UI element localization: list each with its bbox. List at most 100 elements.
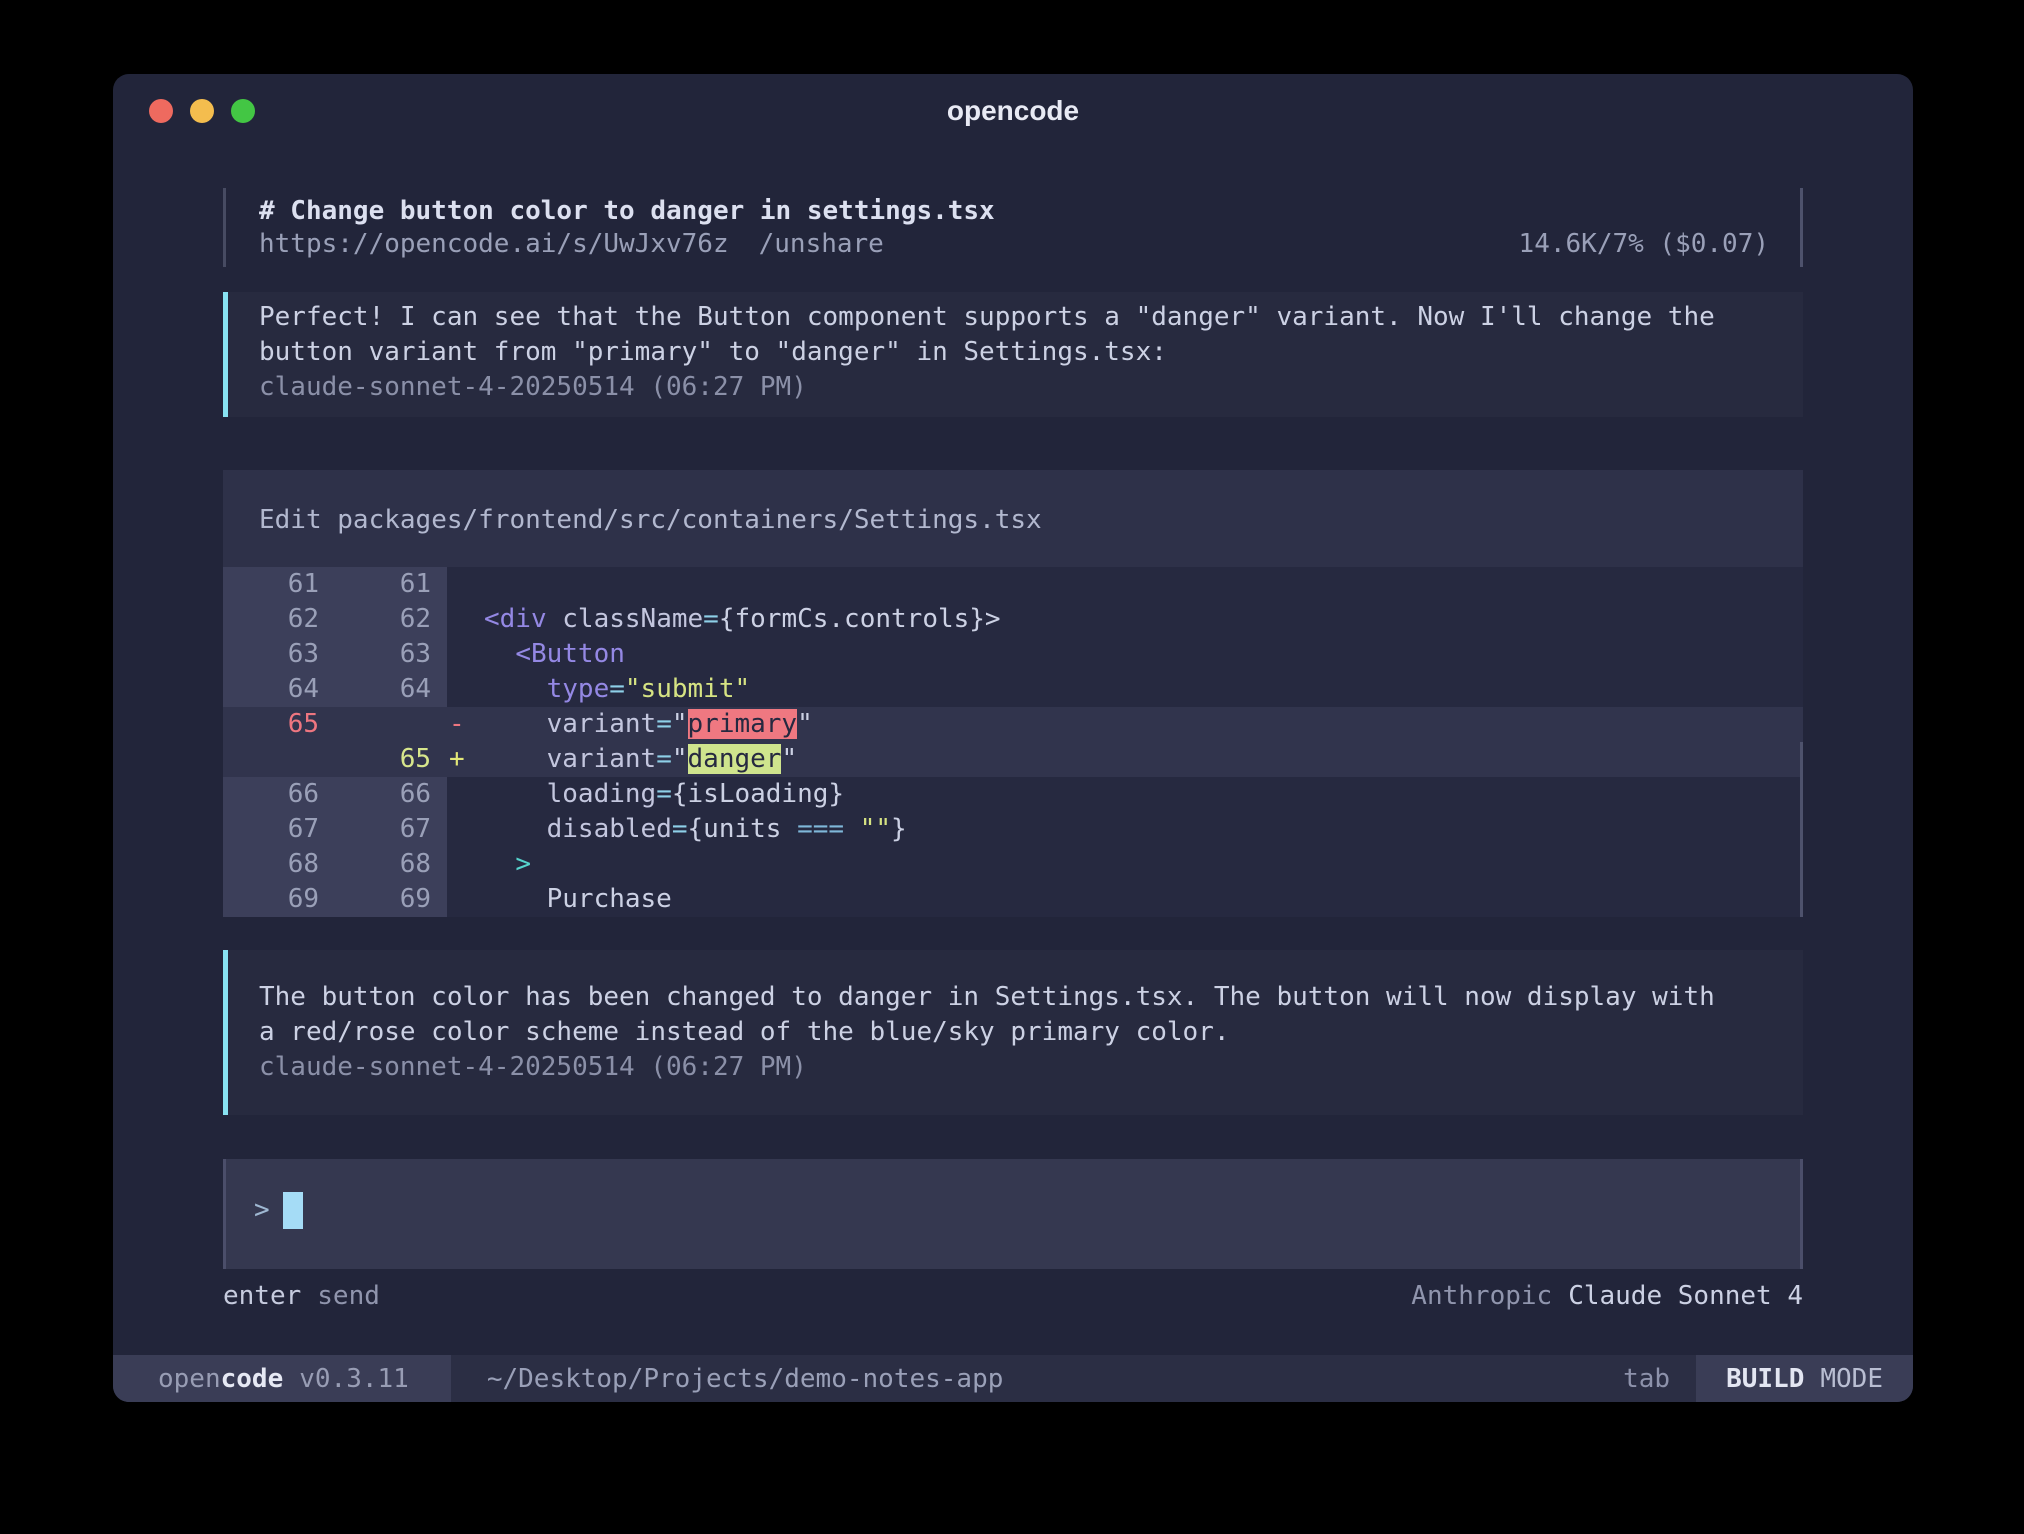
share-info: https://opencode.ai/s/UwJxv76z/unshare	[259, 228, 884, 261]
code-token: primary	[687, 709, 798, 739]
new-line-number: 67	[399, 814, 431, 844]
edit-tool-header: Edit packages/frontend/src/containers/Se…	[223, 470, 1803, 567]
diff-code-line: loading={isLoading}	[473, 777, 1803, 812]
diff-code-line: <div className={formCs.controls}>	[473, 602, 1803, 637]
code-token: disabled	[546, 814, 672, 844]
new-line-number: 68	[399, 849, 431, 879]
assistant-message: Perfect! I can see that the Button compo…	[223, 292, 1803, 417]
code-token: ""	[859, 814, 892, 844]
edit-tool-label: Edit packages/frontend/src/containers/Se…	[259, 505, 1042, 535]
old-line-number: 66	[287, 779, 319, 809]
mode-word: MODE	[1820, 1363, 1883, 1394]
window-title: opencode	[946, 95, 1080, 126]
old-line-number: 68	[287, 849, 319, 879]
new-line-number: 64	[399, 674, 431, 704]
edit-file-path: packages/frontend/src/containers/Setting…	[337, 505, 1042, 535]
diff-change-marker: -	[449, 709, 465, 739]
share-url[interactable]: https://opencode.ai/s/UwJxv76z	[259, 229, 729, 259]
code-token: {isLoading}	[671, 779, 845, 809]
code-token: >	[515, 849, 531, 879]
app-version-segment: open code v0.3.11	[113, 1355, 451, 1402]
code-token: <Button	[515, 639, 625, 669]
diff-change-marker	[447, 637, 473, 672]
diff-code-line: disabled={units === ""}	[473, 812, 1803, 847]
code-token: =	[656, 779, 672, 809]
code-token: {units	[687, 814, 798, 844]
hint-row: enter send Anthropic Claude Sonnet 4	[223, 1279, 1803, 1314]
traffic-lights	[149, 99, 255, 123]
code-token: =	[671, 814, 688, 844]
diff-gutter: 63 63	[223, 637, 447, 672]
diff-change-marker	[447, 847, 473, 882]
diff-change-marker	[447, 672, 473, 707]
diff-change-marker	[447, 777, 473, 812]
diff-code-line: variant="primary"	[473, 707, 1803, 742]
diff-row: 65- variant="primary"	[223, 707, 1803, 742]
app-name-bold: code	[220, 1363, 284, 1394]
close-button[interactable]	[149, 99, 173, 123]
code-token: danger	[687, 744, 782, 774]
diff-row: 66 66 loading={isLoading}	[223, 777, 1803, 812]
old-line-number	[223, 742, 335, 777]
code-token: }	[891, 814, 907, 844]
prompt-symbol: >	[254, 1195, 270, 1225]
diff-row: 62 62 <div className={formCs.controls}>	[223, 602, 1803, 637]
old-line-number: 61	[287, 569, 319, 599]
mode-name: BUILD	[1726, 1363, 1805, 1394]
message-text-line: Perfect! I can see that the Button compo…	[259, 302, 1715, 332]
old-line-number: 64	[287, 674, 319, 704]
diff-gutter: 67 67	[223, 812, 447, 847]
diff-row: 69 69 Purchase	[223, 882, 1803, 917]
code-token: ===	[797, 814, 845, 844]
prompt-row: >	[254, 1191, 1803, 1229]
diff-row: 68 68 >	[223, 847, 1803, 882]
titlebar: opencode	[113, 74, 1913, 148]
send-label: send	[317, 1281, 380, 1311]
message-text-line: a red/rose color scheme instead of the b…	[259, 1017, 1230, 1047]
unshare-command[interactable]: /unshare	[759, 229, 884, 259]
message-text-line: The button color has been changed to dan…	[259, 982, 1715, 1012]
assistant-message: The button color has been changed to dan…	[223, 950, 1803, 1115]
code-token: "	[781, 744, 798, 774]
send-hint: enter send	[223, 1279, 380, 1314]
session-meta-row: https://opencode.ai/s/UwJxv76z/unshare 1…	[259, 228, 1803, 261]
input-scrollbar	[1800, 1159, 1803, 1269]
app-name-light: open	[158, 1363, 221, 1394]
code-token: variant	[546, 744, 657, 774]
code-token: =	[609, 674, 625, 704]
diff-row: 67 67 disabled={units === ""}	[223, 812, 1803, 847]
old-line-number: 63	[287, 639, 319, 669]
minimize-button[interactable]	[190, 99, 214, 123]
diff-scrollbar[interactable]	[1800, 742, 1803, 917]
diff-change-marker	[447, 812, 473, 847]
mode-segment[interactable]: BUILD MODE	[1696, 1355, 1913, 1402]
diff-gutter: 68 68	[223, 847, 447, 882]
zoom-button[interactable]	[231, 99, 255, 123]
model-indicator: Anthropic Claude Sonnet 4	[1411, 1279, 1803, 1314]
working-directory: ~/Desktop/Projects/demo-notes-app	[486, 1363, 1004, 1394]
diff-gutter: 69 69	[223, 882, 447, 917]
prompt-input[interactable]: >	[223, 1159, 1803, 1269]
new-line-number: 62	[399, 604, 431, 634]
text-cursor	[282, 1191, 303, 1229]
new-line-number: 66	[399, 779, 431, 809]
opencode-window: opencode # Change button color to danger…	[113, 74, 1913, 1402]
code-token: "	[671, 709, 688, 739]
diff-row: 63 63 <Button	[223, 637, 1803, 672]
provider-name: Anthropic	[1411, 1281, 1553, 1311]
new-line-number	[335, 707, 447, 742]
token-usage: 14.6K/7% ($0.07)	[1518, 229, 1769, 259]
code-token: =	[656, 709, 672, 739]
diff-change-marker	[447, 567, 473, 602]
diff-row: 65 + variant="danger"	[223, 742, 1803, 777]
diff-change-marker	[447, 882, 473, 917]
diff-gutter: 65	[223, 742, 447, 777]
code-token: <div	[484, 604, 547, 634]
model-name: Claude Sonnet 4	[1568, 1281, 1803, 1311]
